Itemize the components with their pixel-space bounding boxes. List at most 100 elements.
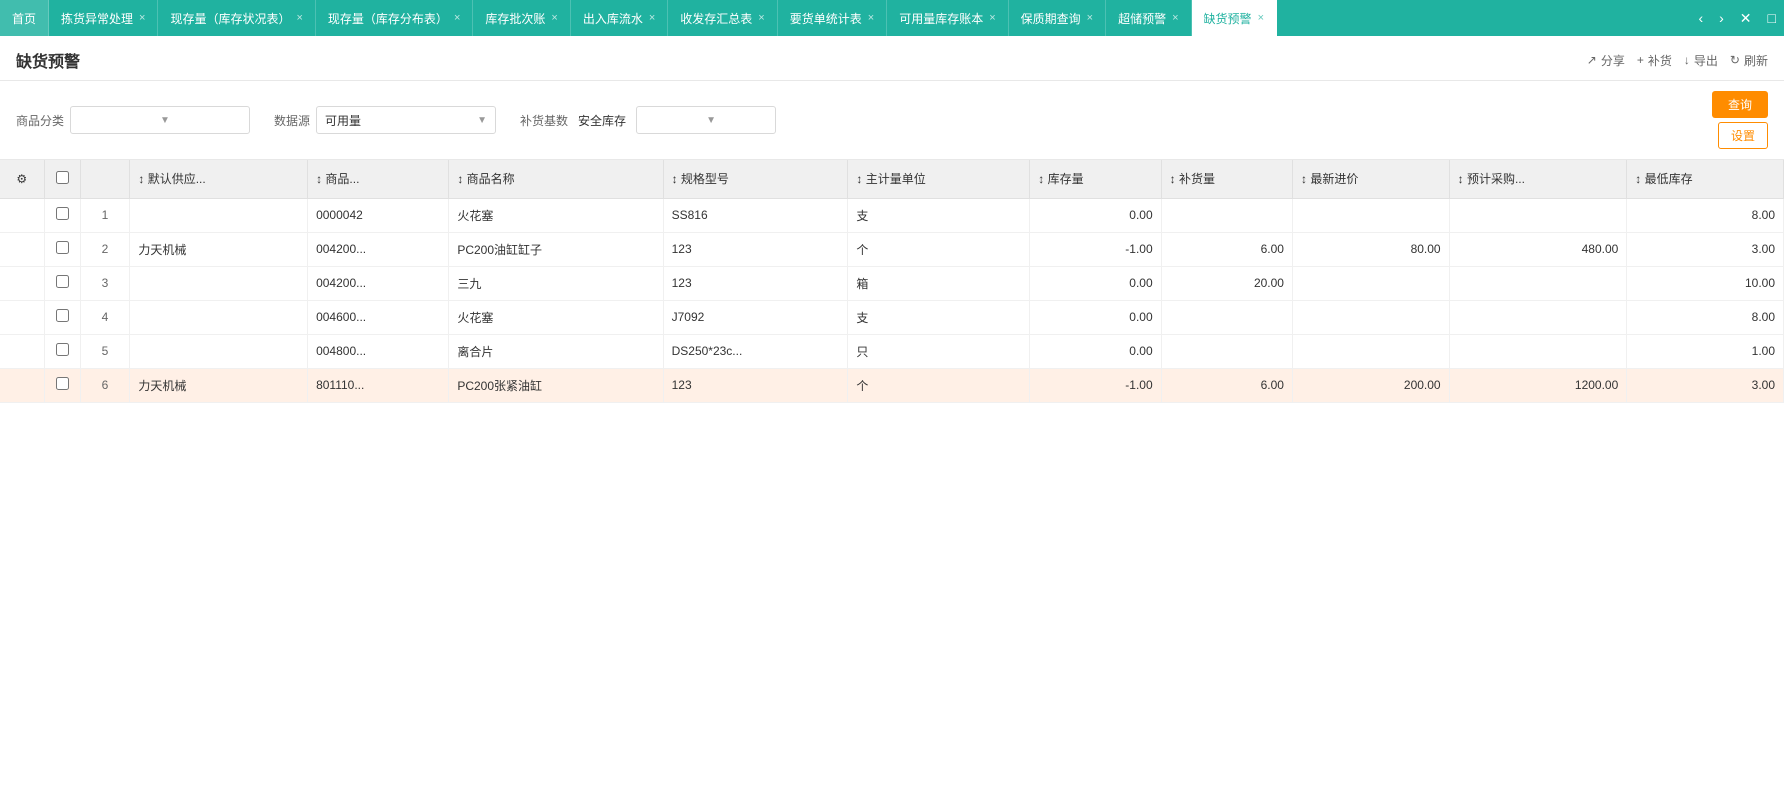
row-seq: 1 (80, 198, 130, 232)
replenish-icon: + (1637, 53, 1644, 67)
select-all-checkbox[interactable] (56, 171, 69, 184)
category-select[interactable]: ▼ (70, 106, 250, 134)
page-header: 缺货预警 ↗ 分享 + 补货 ↓ 导出 ↻ 刷新 (0, 36, 1784, 81)
row-latest-price: 80.00 (1292, 232, 1449, 266)
row-unit: 个 (848, 232, 1030, 266)
tab-close-icon[interactable]: × (758, 12, 764, 24)
share-label: 分享 (1601, 52, 1625, 69)
tab-item-overstock[interactable]: 超储预警× (1106, 0, 1191, 36)
column-unit[interactable]: ↕ 主计量单位 (848, 160, 1030, 198)
datasource-filter-label: 数据源 (274, 112, 310, 129)
column-supplier-label: ↕ 默认供应... (138, 172, 205, 186)
query-button[interactable]: 查询 (1712, 91, 1768, 118)
column-min-stock[interactable]: ↕ 最低库存 (1627, 160, 1784, 198)
tab-close-icon[interactable]: × (139, 12, 145, 24)
table-row: 5 004800... 离合片 DS250*23c... 只 0.00 1.00 (0, 334, 1784, 368)
tab-close-icon[interactable]: × (649, 12, 655, 24)
tab-close-icon[interactable]: × (1087, 12, 1093, 24)
row-checkbox[interactable] (56, 275, 69, 288)
column-spec[interactable]: ↕ 规格型号 (663, 160, 848, 198)
tab-close-icon[interactable]: × (868, 12, 874, 24)
tab-next-button[interactable]: › (1711, 10, 1732, 26)
row-spec: 123 (663, 232, 848, 266)
column-checkbox (44, 160, 80, 198)
row-supplier: 力天机械 (130, 368, 308, 402)
row-latest-price: 200.00 (1292, 368, 1449, 402)
export-icon: ↓ (1684, 53, 1690, 67)
tab-close-icon[interactable]: × (551, 12, 557, 24)
column-latest-price[interactable]: ↕ 最新进价 (1292, 160, 1449, 198)
tab-item-available-ledger[interactable]: 可用量库存账本× (887, 0, 1008, 36)
row-estimated-purchase (1449, 198, 1627, 232)
table-row: 1 0000042 火花塞 SS816 支 0.00 8.00 (0, 198, 1784, 232)
row-checkbox[interactable] (56, 309, 69, 322)
row-unit: 支 (848, 198, 1030, 232)
tab-label: 拣货异常处理 (61, 10, 133, 27)
tab-item-collect-summary[interactable]: 收发存汇总表× (668, 0, 777, 36)
export-label: 导出 (1694, 52, 1718, 69)
tab-close-icon[interactable]: × (1172, 12, 1178, 24)
column-estimated-purchase[interactable]: ↕ 预计采购... (1449, 160, 1627, 198)
category-filter-group: 商品分类 ▼ (16, 106, 250, 134)
tab-item-home[interactable]: 首页 (0, 0, 49, 36)
row-checkbox[interactable] (56, 207, 69, 220)
row-replenish (1161, 334, 1292, 368)
row-action-cell (0, 198, 44, 232)
tab-label: 现存量（库存分布表） (328, 10, 448, 27)
replenish-base-select-arrow: ▼ (706, 115, 767, 126)
tab-item-inventory-dist[interactable]: 现存量（库存分布表） × (316, 0, 473, 36)
export-button[interactable]: ↓ 导出 (1684, 52, 1718, 69)
row-checkbox-cell (44, 232, 80, 266)
row-checkbox[interactable] (56, 343, 69, 356)
column-goods-code[interactable]: ↕ 商品... (308, 160, 449, 198)
tab-prev-button[interactable]: ‹ (1690, 10, 1711, 26)
column-goods-name[interactable]: ↕ 商品名称 (449, 160, 663, 198)
tab-item-shortage[interactable]: 缺货预警× (1192, 0, 1277, 36)
row-min-stock: 3.00 (1627, 368, 1784, 402)
replenish-button[interactable]: + 补货 (1637, 52, 1672, 69)
tab-item-demand-stats[interactable]: 要货单统计表× (778, 0, 887, 36)
row-replenish (1161, 300, 1292, 334)
row-stock: 0.00 (1030, 334, 1161, 368)
row-seq: 3 (80, 266, 130, 300)
row-action-cell (0, 300, 44, 334)
tab-item-exception[interactable]: 拣货异常处理 × (49, 0, 158, 36)
tab-item-inventory-status[interactable]: 现存量（库存状况表）× (158, 0, 315, 36)
tab-close-icon[interactable]: × (454, 12, 460, 24)
column-supplier[interactable]: ↕ 默认供应... (130, 160, 308, 198)
tab-item-expiry-query[interactable]: 保质期查询× (1009, 0, 1106, 36)
tab-close-icon[interactable]: × (296, 12, 302, 24)
row-goods-code: 0000042 (308, 198, 449, 232)
refresh-button[interactable]: ↻ 刷新 (1730, 52, 1768, 69)
column-settings[interactable]: ⚙ (0, 160, 44, 198)
row-supplier (130, 300, 308, 334)
tab-close-all-button[interactable]: ✕ (1732, 10, 1760, 27)
column-stock[interactable]: ↕ 库存量 (1030, 160, 1161, 198)
tab-close-icon[interactable]: × (989, 12, 995, 24)
share-button[interactable]: ↗ 分享 (1587, 52, 1625, 69)
replenish-base-select[interactable]: ▼ (636, 106, 776, 134)
tab-close-icon[interactable]: × (1258, 12, 1264, 24)
tab-item-batch[interactable]: 库存批次账× (473, 0, 570, 36)
row-estimated-purchase: 480.00 (1449, 232, 1627, 266)
replenish-base-filter-group: 补货基数 安全库存 ▼ (520, 106, 776, 134)
tab-label: 出入库流水 (583, 10, 643, 27)
refresh-icon: ↻ (1730, 53, 1740, 67)
tab-item-inout-flow[interactable]: 出入库流水 × (571, 0, 668, 36)
column-unit-label: ↕ 主计量单位 (856, 172, 925, 186)
category-select-value (79, 113, 160, 127)
row-checkbox[interactable] (56, 377, 69, 390)
row-supplier: 力天机械 (130, 232, 308, 266)
row-unit: 支 (848, 300, 1030, 334)
column-seq (80, 160, 130, 198)
row-goods-name: PC200油缸缸子 (449, 232, 663, 266)
row-action-cell (0, 232, 44, 266)
row-checkbox[interactable] (56, 241, 69, 254)
datasource-select[interactable]: 可用量 ▼ (316, 106, 496, 134)
column-replenish[interactable]: ↕ 补货量 (1161, 160, 1292, 198)
tab-maximize-button[interactable]: □ (1760, 10, 1784, 26)
row-goods-name: 火花塞 (449, 198, 663, 232)
row-goods-name: PC200张紧油缸 (449, 368, 663, 402)
settings-button[interactable]: 设置 (1718, 122, 1768, 149)
row-estimated-purchase (1449, 300, 1627, 334)
